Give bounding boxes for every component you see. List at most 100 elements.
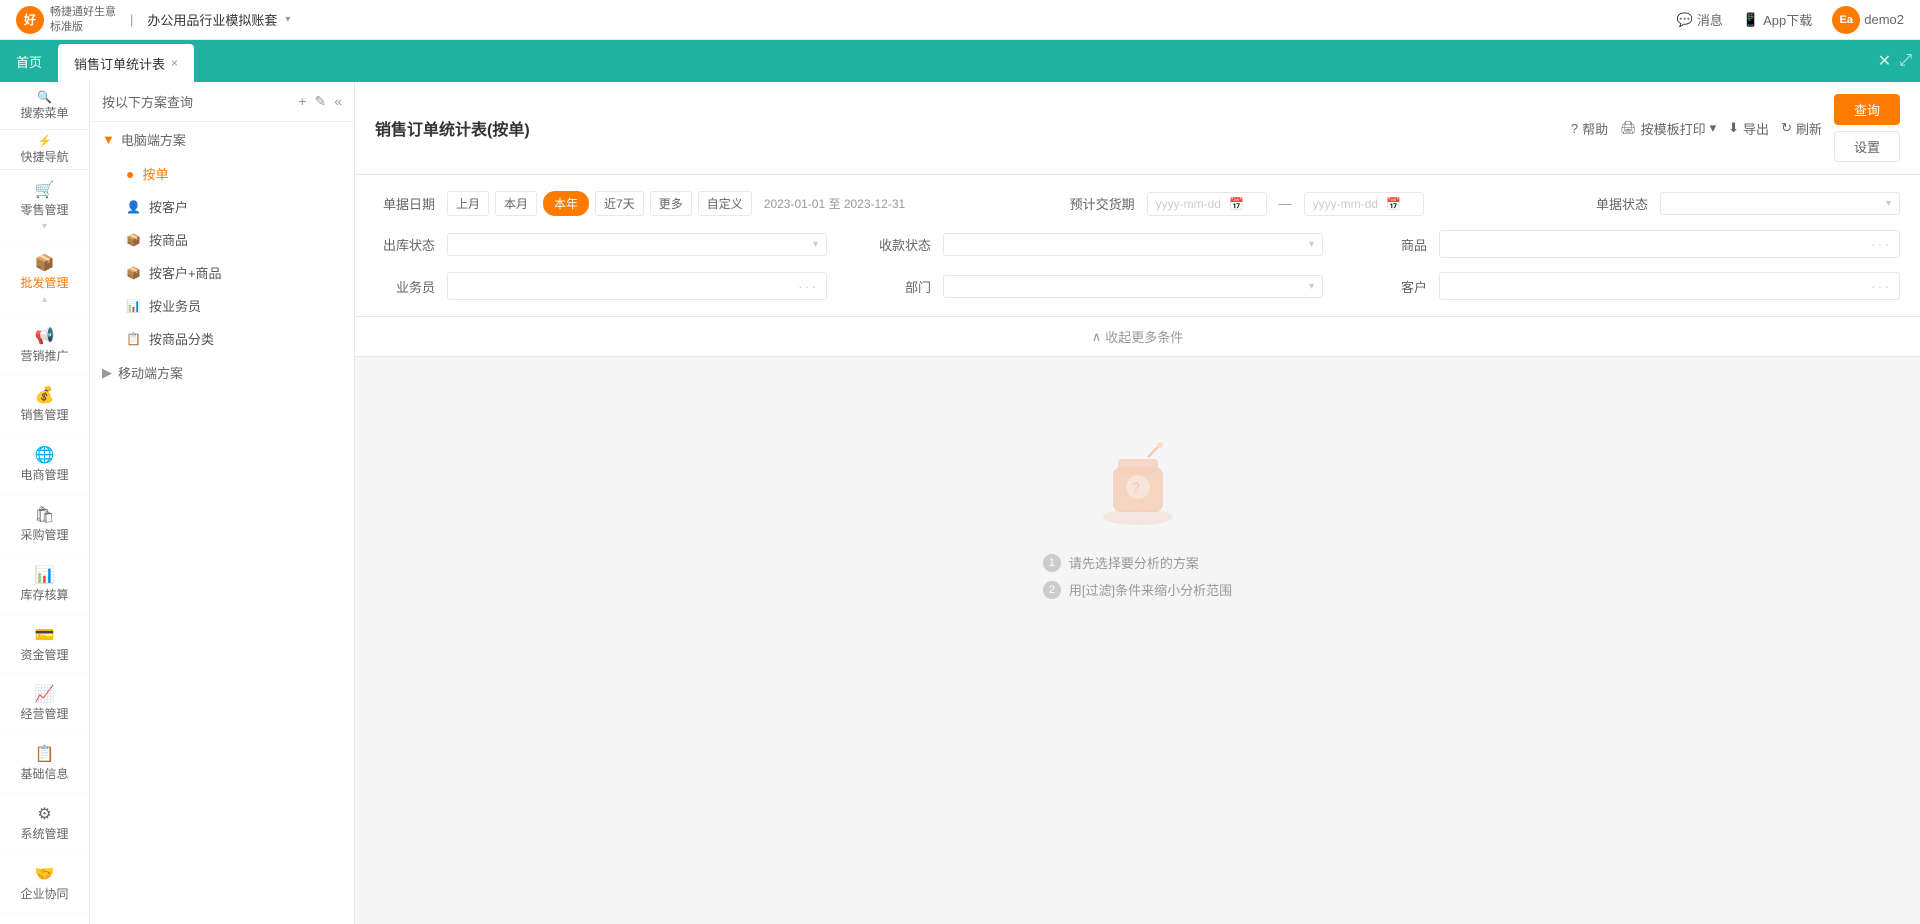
tip-num-2: 2 bbox=[1043, 581, 1061, 599]
collapse-panel-button[interactable]: « bbox=[334, 93, 342, 110]
add-scheme-button[interactable]: + bbox=[298, 93, 306, 110]
filter-row-2: 出库状态 ▾ 收款状态 ▾ 商品 ··· bbox=[375, 230, 1900, 258]
sidebar-item-newbie[interactable]: 🌟 新手引导 bbox=[0, 914, 89, 924]
tree-item-by-order[interactable]: ● 按单 bbox=[90, 157, 354, 190]
expected-date-start-input[interactable]: yyyy-mm-dd 📅 bbox=[1147, 192, 1267, 216]
set-button[interactable]: 设置 bbox=[1834, 131, 1900, 162]
pay-status-select[interactable]: ▾ bbox=[943, 233, 1323, 256]
sidebar-item-marketing[interactable]: 📢 营销推广 bbox=[0, 316, 89, 376]
tree-pc-section[interactable]: ▼ 电脑端方案 bbox=[90, 122, 354, 157]
topbar-left: 好 畅捷通好生意 标准版 | 办公用品行业模拟账套 ▾ bbox=[16, 5, 290, 34]
window-expand-button[interactable]: ⤢ bbox=[1899, 51, 1912, 71]
sidebar-item-retail[interactable]: 🛒 零售管理 ▾ bbox=[0, 170, 89, 243]
sidebar-item-base-info[interactable]: 📋 基础信息 bbox=[0, 734, 89, 794]
system-icon: ⚙ bbox=[37, 804, 51, 824]
tab-home[interactable]: 首页 bbox=[0, 40, 58, 82]
collapse-row: ∧ 收起更多条件 bbox=[355, 317, 1920, 357]
query-action-group: 查询 设置 bbox=[1834, 94, 1900, 162]
right-content: 销售订单统计表(按单) ? 帮助 🖨 按模板打印 ▾ ⬇ 导出 bbox=[355, 82, 1920, 924]
ship-select-arrow-icon: ▾ bbox=[813, 239, 818, 250]
last-month-btn[interactable]: 上月 bbox=[447, 191, 489, 216]
sidebar-item-wholesale[interactable]: 📦 批发管理 ▴ bbox=[0, 243, 89, 316]
sidebar-item-sales[interactable]: 💰 销售管理 bbox=[0, 375, 89, 435]
sidebar-item-system[interactable]: ⚙ 系统管理 bbox=[0, 794, 89, 854]
help-button[interactable]: ? 帮助 bbox=[1571, 119, 1608, 138]
page-header-actions: ? 帮助 🖨 按模板打印 ▾ ⬇ 导出 ↻ 刷新 bbox=[1571, 94, 1900, 174]
query-button[interactable]: 查询 bbox=[1834, 94, 1900, 125]
expected-date-end-input[interactable]: yyyy-mm-dd 📅 bbox=[1304, 192, 1424, 216]
left-panel: 按以下方案查询 + ✎ « ▼ 电脑端方案 ● 按单 👤 按客户 bbox=[90, 82, 355, 924]
pay-status-label: 收款状态 bbox=[871, 235, 931, 254]
avatar: Ea bbox=[1832, 6, 1860, 34]
app-title: 办公用品行业模拟账套 bbox=[147, 10, 277, 29]
salesman-label: 业务员 bbox=[375, 277, 435, 296]
sidebar: 🔍 搜索菜单 ⚡ 快捷导航 🛒 零售管理 ▾ 📦 批发管理 ▴ 📢 营销推广 💰… bbox=[0, 82, 90, 924]
logo-area: 好 畅捷通好生意 标准版 bbox=[16, 5, 116, 34]
empty-tips: 1 请先选择要分析的方案 2 用[过滤]条件来缩小分析范围 bbox=[1043, 553, 1232, 599]
inventory-icon: 📊 bbox=[35, 565, 55, 585]
logo-icon: 好 bbox=[16, 6, 44, 34]
sidebar-item-ecommerce[interactable]: 🌐 电商管理 bbox=[0, 435, 89, 495]
collapse-btn[interactable]: ∧ 收起更多条件 bbox=[1092, 327, 1184, 346]
custom-date-btn[interactable]: 自定义 bbox=[698, 191, 752, 216]
by-cg-icon: 📦 bbox=[126, 266, 141, 280]
retail-arrow-icon: ▾ bbox=[42, 221, 47, 232]
tree-pc-label: 电脑端方案 bbox=[121, 130, 186, 149]
message-button[interactable]: 💬 消息 bbox=[1677, 10, 1723, 29]
more-date-btn[interactable]: 更多 bbox=[650, 191, 692, 216]
filter-row-3: 业务员 ··· 部门 ▾ 客户 ··· bbox=[375, 272, 1900, 300]
last7-btn[interactable]: 近7天 bbox=[595, 191, 644, 216]
refresh-button[interactable]: ↻ 刷新 bbox=[1781, 119, 1822, 138]
salesman-select[interactable]: ··· bbox=[447, 272, 827, 300]
content-wrapper: 按以下方案查询 + ✎ « ▼ 电脑端方案 ● 按单 👤 按客户 bbox=[90, 82, 1920, 924]
tree-item-by-customer[interactable]: 👤 按客户 bbox=[90, 190, 354, 223]
goods-select[interactable]: ··· bbox=[1439, 230, 1900, 258]
topbar-right: 💬 消息 📱 App下载 Ea demo2 bbox=[1677, 6, 1904, 34]
ship-status-select[interactable]: ▾ bbox=[447, 233, 827, 256]
tab-sales-order-stats[interactable]: 销售订单统计表 × bbox=[58, 44, 194, 82]
download-icon: 📱 bbox=[1743, 12, 1759, 28]
sidebar-item-inventory[interactable]: 📊 库存核算 bbox=[0, 555, 89, 615]
sidebar-item-purchase[interactable]: 🛍 采购管理 bbox=[0, 495, 89, 555]
pay-select-arrow-icon: ▾ bbox=[1309, 239, 1314, 250]
filter-row-1: 单据日期 上月 本月 本年 近7天 更多 自定义 2023-01-01 至 20… bbox=[375, 191, 1900, 216]
left-panel-header: 按以下方案查询 + ✎ « bbox=[90, 82, 354, 122]
export-button[interactable]: ⬇ 导出 bbox=[1728, 119, 1769, 138]
tabbar: 首页 销售订单统计表 × ✕ ⤢ bbox=[0, 40, 1920, 82]
customer-select[interactable]: ··· bbox=[1439, 272, 1900, 300]
goods-select-dots-icon: ··· bbox=[1871, 236, 1891, 252]
print-button[interactable]: 🖨 按模板打印 ▾ bbox=[1620, 119, 1716, 138]
sidebar-item-operations[interactable]: 📈 经营管理 bbox=[0, 674, 89, 734]
search-icon: 🔍 bbox=[8, 90, 81, 104]
tip-num-1: 1 bbox=[1043, 554, 1061, 572]
status-label-top: 单据状态 bbox=[1588, 194, 1648, 213]
help-icon: ? bbox=[1571, 121, 1578, 136]
this-month-btn[interactable]: 本月 bbox=[495, 191, 537, 216]
tree-item-by-salesman[interactable]: 📊 按业务员 bbox=[90, 289, 354, 322]
tab-close-icon[interactable]: × bbox=[171, 56, 178, 70]
tree-mobile-expand-icon: ▶ bbox=[102, 365, 112, 381]
search-menu-item[interactable]: 🔍 搜索菜单 bbox=[0, 82, 89, 130]
goods-label: 商品 bbox=[1367, 235, 1427, 254]
user-profile[interactable]: Ea demo2 bbox=[1832, 6, 1904, 34]
page-header: 销售订单统计表(按单) ? 帮助 🖨 按模板打印 ▾ ⬇ 导出 bbox=[355, 82, 1920, 175]
dept-select-arrow-icon: ▾ bbox=[1309, 281, 1314, 292]
quick-nav-item[interactable]: ⚡ 快捷导航 bbox=[0, 130, 89, 170]
dept-select[interactable]: ▾ bbox=[943, 275, 1323, 298]
empty-state: ? 1 请先选择要分析的方案 2 用[过滤]条件来缩小分析范围 bbox=[355, 357, 1920, 679]
app-dropdown-icon[interactable]: ▾ bbox=[285, 14, 290, 25]
sidebar-item-finance[interactable]: 💳 资金管理 bbox=[0, 615, 89, 675]
tree-item-by-goods[interactable]: 📦 按商品 bbox=[90, 223, 354, 256]
tree-item-by-category[interactable]: 📋 按商品分类 bbox=[90, 322, 354, 355]
app-download-button[interactable]: 📱 App下载 bbox=[1743, 10, 1812, 29]
customer-label: 客户 bbox=[1367, 277, 1427, 296]
edit-scheme-button[interactable]: ✎ bbox=[314, 93, 326, 110]
tree-mobile-section[interactable]: ▶ 移动端方案 bbox=[90, 355, 354, 390]
window-close-button[interactable]: ✕ bbox=[1878, 51, 1891, 71]
marketing-icon: 📢 bbox=[35, 326, 55, 346]
this-year-btn[interactable]: 本年 bbox=[543, 191, 589, 216]
status-select[interactable]: ▾ bbox=[1660, 192, 1900, 215]
expected-date-label: 预计交货期 bbox=[1070, 194, 1135, 213]
tree-item-by-customer-goods[interactable]: 📦 按客户+商品 bbox=[90, 256, 354, 289]
sidebar-item-enterprise[interactable]: 🤝 企业协同 bbox=[0, 854, 89, 914]
